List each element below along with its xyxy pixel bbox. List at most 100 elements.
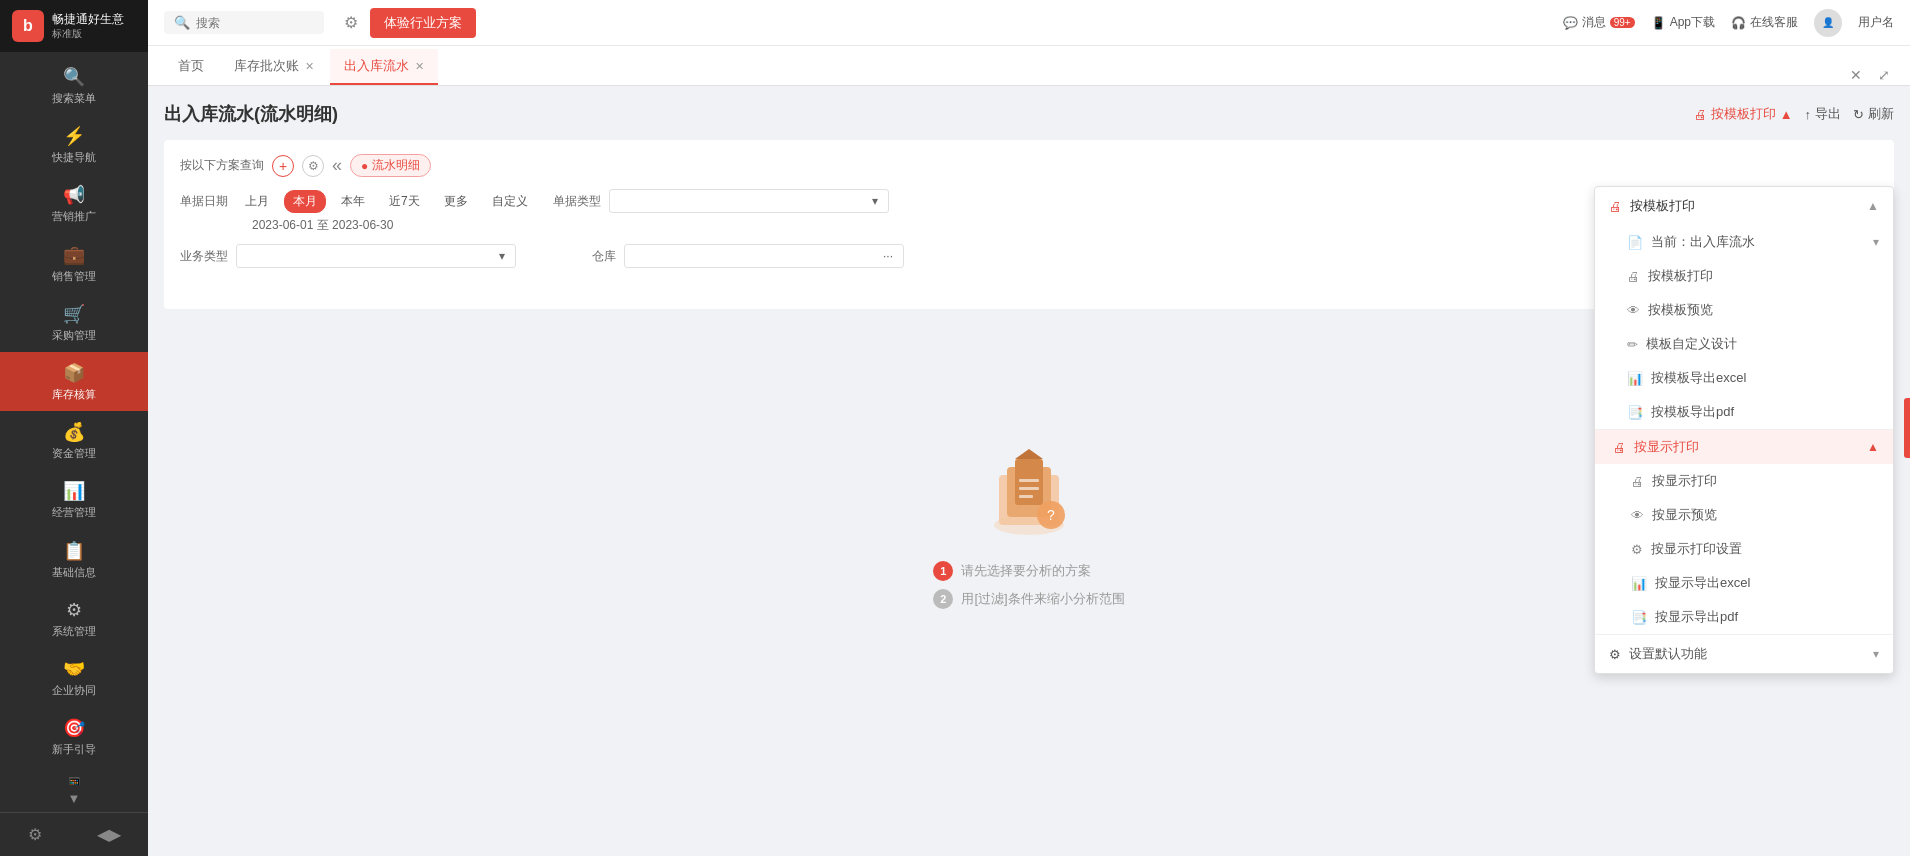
dropdown-display-export-excel[interactable]: 📊 按显示导出excel: [1595, 566, 1893, 600]
design-icon: ✏: [1627, 337, 1638, 352]
plus-icon: +: [279, 158, 287, 174]
sidebar-scroll-down[interactable]: ▼: [0, 785, 148, 812]
filter-label: 按以下方案查询: [180, 157, 264, 174]
search-icon: 🔍: [63, 66, 85, 88]
app-logo-icon: b: [12, 10, 44, 42]
dropdown-display-export-pdf[interactable]: 📑 按显示导出pdf: [1595, 600, 1893, 634]
filter-tag-active[interactable]: ● 流水明细: [350, 154, 431, 177]
date-btn-current-month[interactable]: 本月: [284, 190, 326, 213]
tab-stock-flow-close[interactable]: ✕: [415, 60, 424, 73]
dropdown-template-export-excel[interactable]: 📊 按模板导出excel: [1595, 361, 1893, 395]
pdf-icon: 📑: [1631, 610, 1647, 625]
sidebar-item-basic-info[interactable]: 📋 基础信息: [0, 530, 148, 589]
collapse-sidebar-btn[interactable]: ◀▶: [89, 821, 129, 848]
chevron-up-icon: ▲: [1867, 199, 1879, 213]
gear-icon[interactable]: ⚙: [344, 13, 358, 32]
filter-settings-btn[interactable]: ⚙: [302, 155, 324, 177]
export-btn[interactable]: ↑ 导出: [1805, 105, 1842, 123]
date-filter-label: 单据日期: [180, 193, 228, 210]
excel-icon: 📊: [1627, 371, 1643, 386]
date-btn-more[interactable]: 更多: [435, 190, 477, 213]
more-icon: ···: [883, 249, 893, 263]
tabbar-right: ✕ ⤢: [1846, 65, 1894, 85]
right-edge-indicator[interactable]: [1904, 398, 1910, 458]
svg-marker-4: [1015, 449, 1043, 459]
sidebar-item-operations[interactable]: 📊 经营管理: [0, 470, 148, 529]
dropdown-display-print[interactable]: 🖨 按显示打印: [1595, 464, 1893, 498]
sidebar-logo: b 畅捷通好生意 标准版: [0, 0, 148, 52]
business-type-select[interactable]: ▾: [236, 244, 516, 268]
tab-inventory-batch-close[interactable]: ✕: [305, 60, 314, 73]
dropdown-template-export-pdf[interactable]: 📑 按模板导出pdf: [1595, 395, 1893, 429]
sidebar-item-guide[interactable]: 🎯 新手引导: [0, 707, 148, 766]
dropdown-panel: 🖨 按模板打印 ▲ 📄 当前：出入库流水 ▾ 🖨 按模板打印: [1594, 186, 1894, 674]
filter-add-btn[interactable]: +: [272, 155, 294, 177]
online-service-btn[interactable]: 🎧 在线客服: [1731, 14, 1798, 31]
date-btn-7days[interactable]: 近7天: [380, 190, 429, 213]
dropdown-footer[interactable]: ⚙ 设置默认功能 ▾: [1595, 635, 1893, 673]
chevron-up-icon: ▲: [1780, 107, 1793, 122]
dropdown-template-custom[interactable]: ✏ 模板自定义设计: [1595, 327, 1893, 361]
sidebar-nav: 🔍 搜索菜单 ⚡ 快捷导航 📢 营销推广 💼 销售管理 🛒 采购管理 📦: [0, 52, 148, 785]
warehouse-select[interactable]: ···: [624, 244, 904, 268]
sidebar-item-app-center[interactable]: 📱 应用中心: [0, 766, 148, 785]
default-icon: ⚙: [1609, 647, 1621, 662]
sidebar-item-finance[interactable]: 💰 资金管理: [0, 411, 148, 470]
template-print-header[interactable]: 🖨 按模板打印 ▲: [1595, 187, 1893, 225]
dropdown-template-preview[interactable]: 👁 按模板预览: [1595, 293, 1893, 327]
refresh-btn[interactable]: ↻ 刷新: [1853, 105, 1894, 123]
display-print-header[interactable]: 🖨 按显示打印 ▲: [1595, 430, 1893, 464]
sidebar-item-marketing[interactable]: 📢 营销推广: [0, 174, 148, 233]
tab-stock-flow[interactable]: 出入库流水 ✕: [330, 49, 438, 85]
sidebar-item-quick-nav[interactable]: ⚡ 快捷导航: [0, 115, 148, 174]
sidebar-item-enterprise-collab[interactable]: 🤝 企业协同: [0, 648, 148, 707]
close-window-btn[interactable]: ✕: [1846, 65, 1866, 85]
svg-rect-6: [1019, 487, 1039, 490]
doc-type-select[interactable]: ▾: [609, 189, 889, 213]
settings-bottom-btn[interactable]: ⚙: [20, 821, 50, 848]
tab-inventory-batch-label: 库存批次账: [234, 57, 299, 75]
display-print-title: 🖨 按显示打印: [1613, 438, 1699, 456]
sidebar-item-sales[interactable]: 💼 销售管理: [0, 234, 148, 293]
warehouse-label: 仓库: [592, 248, 616, 265]
sidebar-item-label: 快捷导航: [52, 151, 96, 164]
sidebar-item-system[interactable]: ⚙ 系统管理: [0, 589, 148, 648]
pdf-icon: 📑: [1627, 405, 1643, 420]
trial-button[interactable]: 体验行业方案: [370, 8, 476, 38]
display-printer-icon: 🖨: [1613, 440, 1626, 455]
dropdown-display-settings[interactable]: ⚙ 按显示打印设置: [1595, 532, 1893, 566]
sidebar-item-label: 营销推广: [52, 210, 96, 223]
date-btn-current-year[interactable]: 本年: [332, 190, 374, 213]
message-btn[interactable]: 💬 消息 99+: [1563, 14, 1635, 31]
sidebar-item-label: 基础信息: [52, 566, 96, 579]
app-download-btn[interactable]: 📱 App下载: [1651, 14, 1715, 31]
message-icon: 💬: [1563, 16, 1578, 30]
tab-inventory-batch[interactable]: 库存批次账 ✕: [220, 49, 328, 85]
filter-business-item: 业务类型 ▾: [180, 244, 516, 268]
filter-collapse-btn[interactable]: «: [332, 155, 342, 176]
sidebar-item-purchase[interactable]: 🛒 采购管理: [0, 293, 148, 352]
date-filter: 上月 本月 本年 近7天 更多 自定义: [236, 190, 537, 213]
maximize-window-btn[interactable]: ⤢: [1874, 65, 1894, 85]
system-icon: ⚙: [66, 599, 82, 621]
date-btn-custom[interactable]: 自定义: [483, 190, 537, 213]
printer-icon: 🖨: [1609, 199, 1622, 214]
dropdown-display-preview[interactable]: 👁 按显示预览: [1595, 498, 1893, 532]
dropdown-template-print[interactable]: 🖨 按模板打印: [1595, 259, 1893, 293]
topbar-search-box[interactable]: 🔍: [164, 11, 324, 34]
sidebar-item-inventory[interactable]: 📦 库存核算: [0, 352, 148, 411]
topbar-right: 💬 消息 99+ 📱 App下载 🎧 在线客服 👤 用户名: [1563, 9, 1894, 37]
quick-nav-icon: ⚡: [63, 125, 85, 147]
filter-config-icon: ⚙: [308, 159, 319, 173]
print-template-btn[interactable]: 🖨 按模板打印 ▲: [1694, 105, 1793, 123]
collab-icon: 🤝: [63, 658, 85, 680]
step-2-text: 用[过滤]条件来缩小分析范围: [961, 590, 1124, 608]
refresh-icon: ↻: [1853, 107, 1864, 122]
dropdown-current-template[interactable]: 📄 当前：出入库流水 ▾: [1595, 225, 1893, 259]
avatar[interactable]: 👤: [1814, 9, 1842, 37]
search-input[interactable]: [196, 16, 296, 30]
date-btn-last-month[interactable]: 上月: [236, 190, 278, 213]
sidebar-item-search[interactable]: 🔍 搜索菜单: [0, 56, 148, 115]
tab-home[interactable]: 首页: [164, 49, 218, 85]
app-center-icon: 📱: [63, 776, 85, 785]
